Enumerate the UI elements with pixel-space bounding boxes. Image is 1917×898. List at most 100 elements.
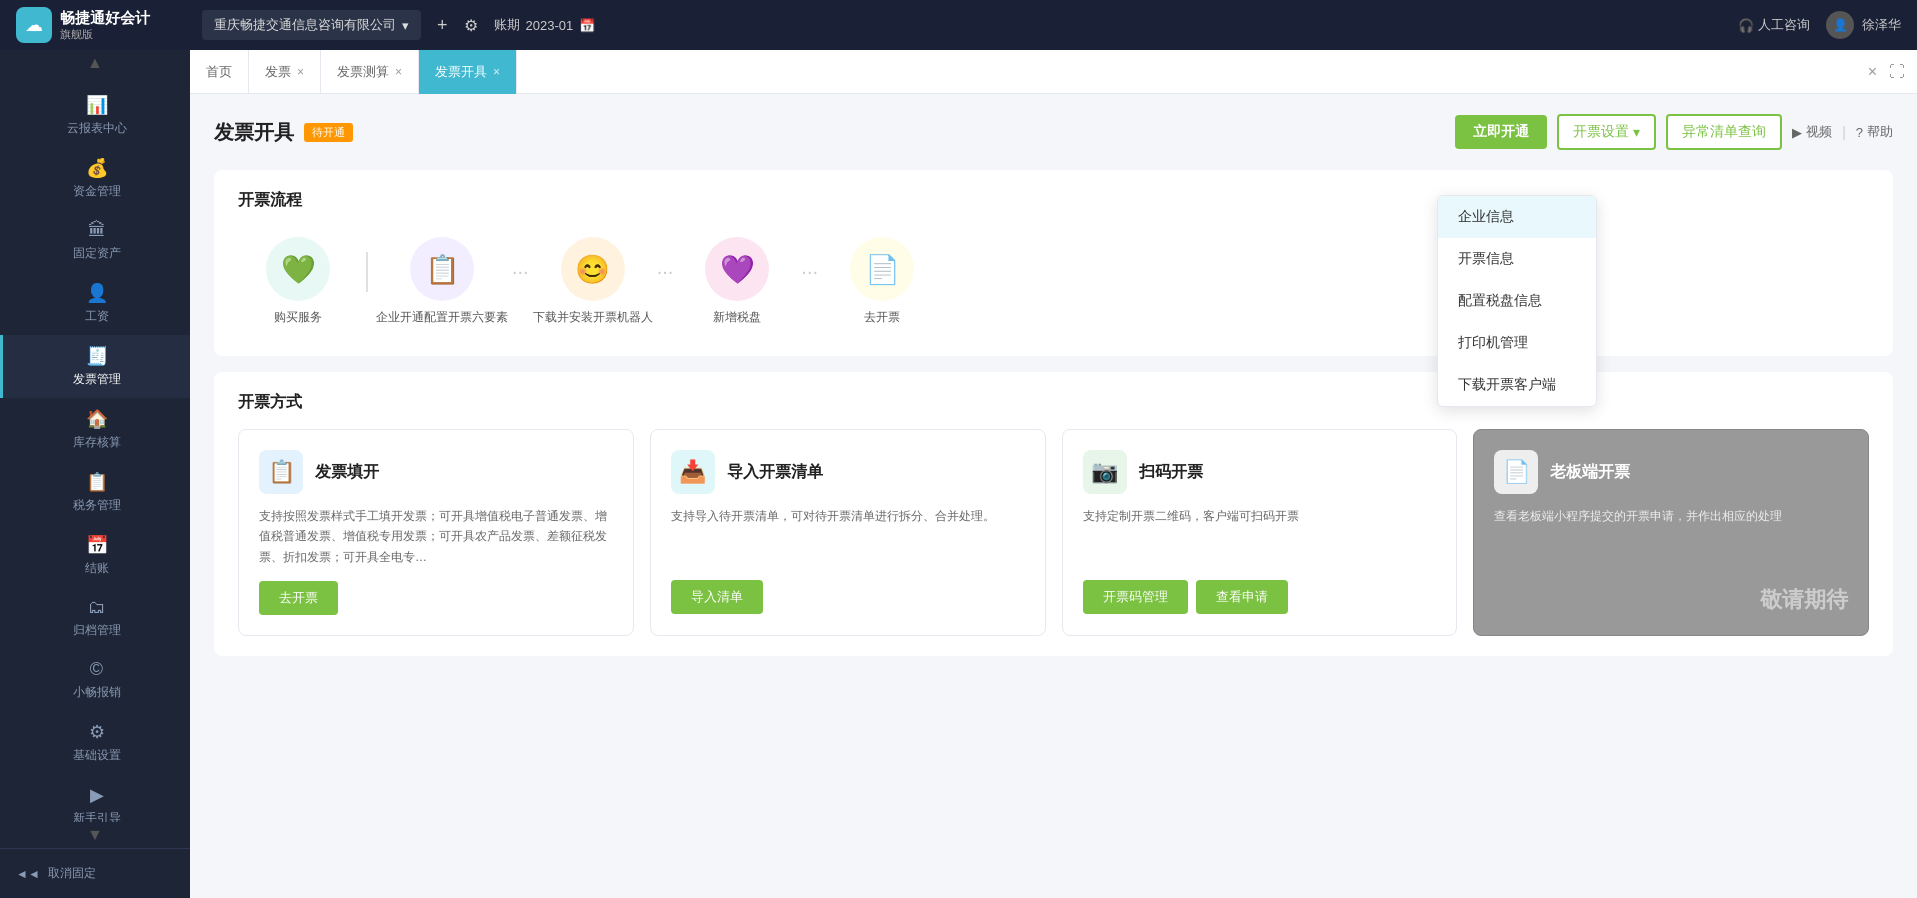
user-area[interactable]: 👤 徐泽华: [1826, 11, 1901, 39]
user-avatar: 👤: [1826, 11, 1854, 39]
settings-icon[interactable]: ⚙: [464, 16, 478, 35]
status-badge: 待开通: [304, 123, 353, 142]
sidebar-item-fapiao[interactable]: 🧾 发票管理: [0, 335, 190, 398]
sidebar-item-guidang[interactable]: 🗂 归档管理: [0, 587, 190, 649]
sidebar-item-jichushezhi[interactable]: ⚙ 基础设置: [0, 711, 190, 774]
dropdown-item-kaipiaoxinxi[interactable]: 开票信息: [1438, 238, 1596, 280]
billing-card-tiankao-btn[interactable]: 去开票: [259, 581, 338, 615]
person-icon: 👤: [86, 282, 108, 304]
flow-step-label-3: 下载并安装开票机器人: [533, 309, 653, 326]
flow-step-label-4: 新增税盘: [713, 309, 761, 326]
tab-close-all-button[interactable]: ×: [1864, 59, 1881, 85]
sidebar-label-xiaochang: 小畅报销: [73, 684, 121, 701]
flow-divider-1: [366, 252, 368, 292]
tab-fapiaokaju-label: 发票开具: [435, 63, 487, 81]
calendar-icon[interactable]: 📅: [579, 18, 595, 33]
sidebar-item-zijin[interactable]: 💰 资金管理: [0, 147, 190, 210]
flow-step-icon-1: 💚: [266, 237, 330, 301]
play-icon: ▶: [1792, 125, 1802, 140]
settings-button[interactable]: 开票设置 ▾: [1557, 114, 1656, 150]
support-button[interactable]: 🎧 人工咨询: [1738, 16, 1810, 34]
sidebar-label-kucun: 库存核算: [73, 434, 121, 451]
flow-arrow-3: ···: [653, 260, 678, 283]
billing-card-saoma-btn2[interactable]: 查看申请: [1196, 580, 1288, 614]
logo-title: 畅捷通好会计: [60, 9, 150, 27]
flow-step-icon-5: 📄: [850, 237, 914, 301]
warehouse-icon: 🏠: [86, 408, 108, 430]
dropdown-arrow-icon: ▾: [402, 18, 409, 33]
logo-icon: ☁: [16, 7, 52, 43]
abnormal-button[interactable]: 异常清单查询: [1666, 114, 1782, 150]
account-period: 账期 2023-01 📅: [494, 16, 596, 34]
help-label: 帮助: [1867, 123, 1893, 141]
sidebar-item-xinshouyindao[interactable]: ▶ 新手引导: [0, 774, 190, 822]
video-button[interactable]: ▶ 视频: [1792, 123, 1832, 141]
dropdown-item-peizhi-label: 配置税盘信息: [1458, 292, 1542, 308]
period-label: 账期: [494, 16, 520, 34]
tab-fapiaokaju-close[interactable]: ×: [493, 65, 500, 79]
sidebar-scroll-down[interactable]: ▼: [0, 822, 190, 848]
sidebar-item-jiezhang[interactable]: 📅 结账: [0, 524, 190, 587]
tab-fapiaocesuan[interactable]: 发票测算 ×: [321, 50, 419, 94]
billing-card-tiankao-header: 📋 发票填开: [259, 450, 613, 494]
dropdown-item-qiyexinxi[interactable]: 企业信息 ➜: [1438, 196, 1596, 238]
company-selector[interactable]: 重庆畅捷交通信息咨询有限公司 ▾: [202, 10, 421, 40]
sidebar-label-jiezhang: 结账: [85, 560, 109, 577]
activate-button[interactable]: 立即开通: [1455, 115, 1547, 149]
sidebar-label-zijin: 资金管理: [73, 183, 121, 200]
flow-step-label-2: 企业开通配置开票六要素: [376, 309, 508, 326]
top-bar-actions: 🎧 人工咨询 👤 徐泽华: [1738, 11, 1901, 39]
sidebar-label-shuiwu: 税务管理: [73, 497, 121, 514]
invoice-icon: 🧾: [86, 345, 108, 367]
dropdown-item-dayinji-label: 打印机管理: [1458, 334, 1528, 350]
dropdown-item-dayinji[interactable]: 打印机管理: [1438, 322, 1596, 364]
billing-card-laoban-header: 📄 老板端开票: [1494, 450, 1848, 494]
billing-card-daoru-icon: 📥: [671, 450, 715, 494]
logo-subtitle: 旗舰版: [60, 27, 150, 42]
content-area: 首页 发票 × 发票测算 × 发票开具 × × ⛶: [190, 50, 1917, 898]
sidebar: ▲ 📊 云报表中心 💰 资金管理 🏛 固定资产 👤 工资: [0, 50, 190, 898]
period-value: 2023-01: [526, 18, 574, 33]
money-icon: 💰: [86, 157, 108, 179]
billing-section: 开票方式 📋 发票填开 支持按照发票样式手工填开发票；可开具增值税电子普通发票、…: [214, 372, 1893, 656]
dropdown-item-xiazai[interactable]: 下载开票客户端: [1438, 364, 1596, 406]
sidebar-item-shuiwu[interactable]: 📋 税务管理: [0, 461, 190, 524]
flow-section-title: 开票流程: [238, 190, 1869, 211]
flow-step-icon-3: 😊: [561, 237, 625, 301]
question-icon: ?: [1856, 125, 1863, 140]
add-button[interactable]: +: [437, 15, 448, 36]
overlay-text: 敬请期待: [1760, 585, 1848, 615]
billing-card-daoru: 📥 导入开票清单 支持导入待开票清单，可对待开票清单进行拆分、合并处理。 导入清…: [650, 429, 1046, 636]
logo-text-area: 畅捷通好会计 旗舰版: [60, 9, 150, 42]
tab-fapiaokaju[interactable]: 发票开具 ×: [419, 50, 517, 94]
billing-card-saoma-btn1[interactable]: 开票码管理: [1083, 580, 1188, 614]
tab-maximize-button[interactable]: ⛶: [1885, 59, 1909, 85]
billing-card-tiankao-icon: 📋: [259, 450, 303, 494]
sidebar-item-gudingzichan[interactable]: 🏛 固定资产: [0, 210, 190, 272]
tab-fapiaocesuan-close[interactable]: ×: [395, 65, 402, 79]
user-name: 徐泽华: [1862, 16, 1901, 34]
sidebar-item-yunbaobiao[interactable]: 📊 云报表中心: [0, 84, 190, 147]
sidebar-label-xinshouyindao: 新手引导: [73, 810, 121, 822]
tab-home[interactable]: 首页: [190, 50, 249, 94]
divider: |: [1842, 124, 1846, 140]
page-actions: 立即开通 开票设置 ▾ 异常清单查询 ▶ 视频 | ?: [1455, 114, 1893, 150]
flow-step-icon-4: 💜: [705, 237, 769, 301]
tab-fapiao-close[interactable]: ×: [297, 65, 304, 79]
help-button[interactable]: ? 帮助: [1856, 123, 1893, 141]
dropdown-item-peizhi[interactable]: 配置税盘信息: [1438, 280, 1596, 322]
billing-card-daoru-title: 导入开票清单: [727, 462, 823, 483]
sidebar-item-gongzi[interactable]: 👤 工资: [0, 272, 190, 335]
sidebar-label-guidang: 归档管理: [73, 622, 121, 639]
billing-card-daoru-btn[interactable]: 导入清单: [671, 580, 763, 614]
settings-label: 开票设置: [1573, 123, 1629, 141]
cancel-pin-button[interactable]: ◄◄ 取消固定: [0, 857, 190, 890]
tab-fapiao-label: 发票: [265, 63, 291, 81]
tabs-bar: 首页 发票 × 发票测算 × 发票开具 × × ⛶: [190, 50, 1917, 94]
tab-fapiao[interactable]: 发票 ×: [249, 50, 321, 94]
top-bar: ☁ 畅捷通好会计 旗舰版 重庆畅捷交通信息咨询有限公司 ▾ + ⚙ 账期 202…: [0, 0, 1917, 50]
sidebar-bottom: ◄◄ 取消固定: [0, 848, 190, 898]
sidebar-scroll-up[interactable]: ▲: [0, 50, 190, 76]
sidebar-item-kucun[interactable]: 🏠 库存核算: [0, 398, 190, 461]
sidebar-item-xiaochang[interactable]: © 小畅报销: [0, 649, 190, 711]
